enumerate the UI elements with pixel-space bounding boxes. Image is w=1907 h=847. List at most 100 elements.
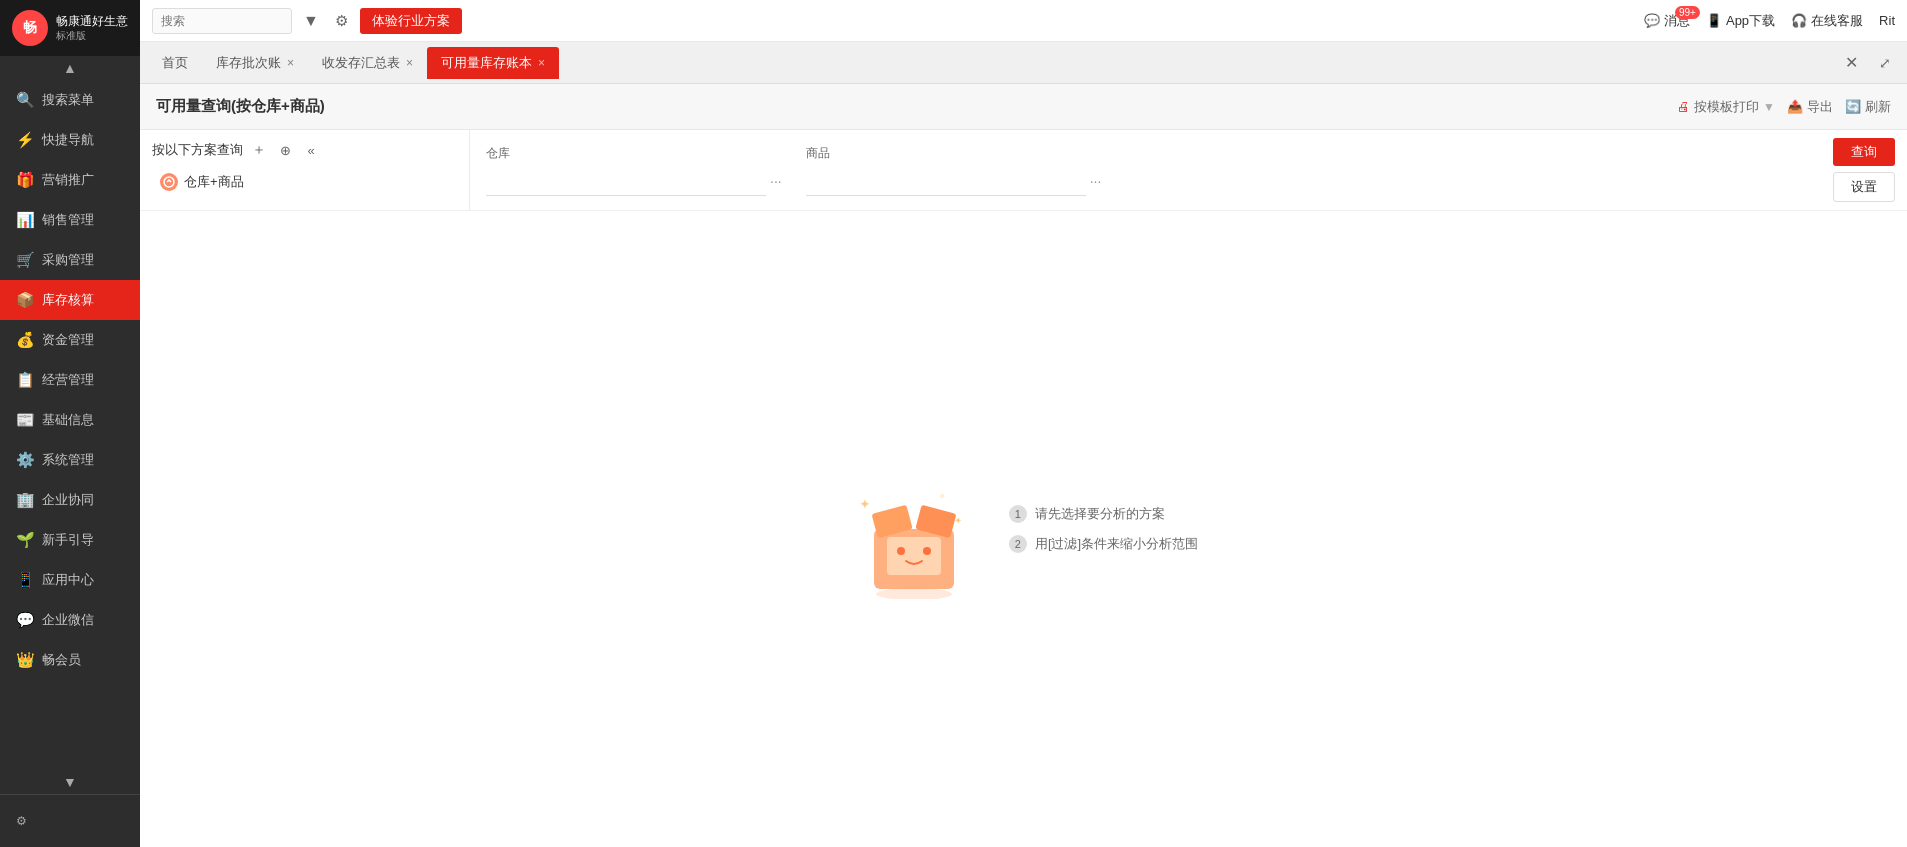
finance-icon: 💰	[16, 331, 34, 349]
hint-text-2: 用[过滤]条件来缩小分析范围	[1035, 535, 1198, 553]
hint-num-2: 2	[1009, 535, 1027, 553]
filter-scheme-panel: 按以下方案查询 ＋ ⊕ « 仓库+商品	[140, 130, 470, 210]
sidebar-item-label: 企业微信	[42, 611, 94, 629]
sidebar-item-label: 经营管理	[42, 371, 94, 389]
sidebar-item-marketing[interactable]: 🎁 营销推广	[0, 160, 140, 200]
sidebar-item-app-center[interactable]: 📱 应用中心	[0, 560, 140, 600]
tab-close-window-btn[interactable]: ✕	[1837, 49, 1865, 77]
svg-point-0	[164, 177, 174, 187]
sidebar-item-label: 企业协同	[42, 491, 94, 509]
add-scheme-btn[interactable]: ＋	[249, 140, 269, 160]
tab-receivable-summary[interactable]: 收发存汇总表 ×	[308, 47, 427, 79]
product-more-btn[interactable]: ···	[1090, 173, 1102, 189]
collapse-scheme-btn[interactable]: «	[301, 140, 321, 160]
sidebar-item-operations[interactable]: 📋 经营管理	[0, 360, 140, 400]
topbar-search-input[interactable]	[152, 8, 292, 34]
svg-text:✦: ✦	[954, 515, 962, 526]
refresh-label: 刷新	[1865, 98, 1891, 116]
warehouse-more-btn[interactable]: ···	[770, 173, 782, 189]
sidebar-item-search[interactable]: 🔍 搜索菜单	[0, 80, 140, 120]
sidebar-scroll-down[interactable]: ▼	[0, 770, 140, 794]
empty-state: ✦ ✦ ✧ 1 请先选择要分析的方案 2 用[过滤]条件来缩小分析范围	[140, 211, 1907, 847]
tab-available-ledger-close[interactable]: ×	[538, 56, 545, 70]
newbie-icon: 🌱	[16, 531, 34, 549]
tab-home-label: 首页	[162, 54, 188, 72]
user-label: Rit	[1879, 13, 1895, 28]
sidebar-item-member[interactable]: 👑 畅会员	[0, 640, 140, 680]
refresh-btn[interactable]: 🔄 刷新	[1845, 98, 1891, 116]
print-btn[interactable]: 🖨 按模板打印 ▼	[1677, 98, 1775, 116]
print-icon: 🖨	[1677, 99, 1690, 114]
empty-hint-2: 2 用[过滤]条件来缩小分析范围	[1009, 535, 1198, 553]
sidebar-item-sales[interactable]: 📊 销售管理	[0, 200, 140, 240]
message-icon: 💬	[1644, 13, 1660, 28]
sidebar-item-label: 营销推广	[42, 171, 94, 189]
marketing-icon: 🎁	[16, 171, 34, 189]
sidebar-item-label: 库存核算	[42, 291, 94, 309]
filter-actions: 查询 设置	[1821, 130, 1907, 210]
export-btn[interactable]: 📤 导出	[1787, 98, 1833, 116]
warehouse-input[interactable]	[486, 166, 766, 196]
topbar-gear-btn[interactable]: ⚙	[330, 10, 352, 32]
scheme-item-warehouse-product[interactable]: 仓库+商品	[152, 168, 457, 196]
empty-illustration: ✦ ✦ ✧	[849, 469, 969, 589]
member-icon: 👑	[16, 651, 34, 669]
topbar-message-btn[interactable]: 💬 消息 99+	[1644, 12, 1690, 30]
sidebar-item-enterprise[interactable]: 🏢 企业协同	[0, 480, 140, 520]
svg-text:✦: ✦	[859, 496, 871, 512]
trial-btn[interactable]: 体验行业方案	[360, 8, 462, 34]
sidebar-item-purchase[interactable]: 🛒 采购管理	[0, 240, 140, 280]
sidebar-item-enterprise-wechat[interactable]: 💬 企业微信	[0, 600, 140, 640]
print-dropdown-icon[interactable]: ▼	[1763, 100, 1775, 114]
sidebar-item-finance[interactable]: 💰 资金管理	[0, 320, 140, 360]
sidebar-item-label: 快捷导航	[42, 131, 94, 149]
tab-available-ledger-label: 可用量库存账本	[441, 54, 532, 72]
main-area: ▼ ⚙ 体验行业方案 💬 消息 99+ 📱 App下载 🎧 在线客服 Rit	[140, 0, 1907, 847]
sidebar-item-basic-info[interactable]: 📰 基础信息	[0, 400, 140, 440]
tab-batch-ledger-close[interactable]: ×	[287, 56, 294, 70]
enterprise-icon: 🏢	[16, 491, 34, 509]
tab-expand-btn[interactable]: ⤢	[1871, 49, 1899, 77]
basic-info-icon: 📰	[16, 411, 34, 429]
tab-available-ledger[interactable]: 可用量库存账本 ×	[427, 47, 559, 79]
topbar-service-btn[interactable]: 🎧 在线客服	[1791, 12, 1863, 30]
export-icon: 📤	[1787, 99, 1803, 114]
tab-home[interactable]: 首页	[148, 47, 202, 79]
service-icon: 🎧	[1791, 13, 1807, 28]
sidebar-footer: ⚙	[0, 794, 140, 847]
topbar-app-btn[interactable]: 📱 App下载	[1706, 12, 1775, 30]
sidebar-item-system[interactable]: ⚙️ 系统管理	[0, 440, 140, 480]
sidebar-footer-item[interactable]: ⚙	[0, 803, 140, 839]
hint-text-1: 请先选择要分析的方案	[1035, 505, 1165, 523]
product-label: 商品	[806, 145, 1102, 162]
sidebar-item-label: 应用中心	[42, 571, 94, 589]
filter-field-product: 商品 ···	[806, 145, 1102, 196]
page-title: 可用量查询(按仓库+商品)	[156, 97, 325, 116]
warehouse-label: 仓库	[486, 145, 782, 162]
sidebar-item-label: 基础信息	[42, 411, 94, 429]
sidebar-item-shortcut[interactable]: ⚡ 快捷导航	[0, 120, 140, 160]
page-header-actions: 🖨 按模板打印 ▼ 📤 导出 🔄 刷新	[1677, 98, 1891, 116]
purchase-icon: 🛒	[16, 251, 34, 269]
topbar: ▼ ⚙ 体验行业方案 💬 消息 99+ 📱 App下载 🎧 在线客服 Rit	[140, 0, 1907, 42]
topbar-dropdown-btn[interactable]: ▼	[300, 10, 322, 32]
sidebar-scroll-up[interactable]: ▲	[0, 56, 140, 80]
sidebar-item-inventory[interactable]: 📦 库存核算	[0, 280, 140, 320]
inventory-icon: 📦	[16, 291, 34, 309]
filter-scheme-label: 按以下方案查询	[152, 141, 243, 159]
empty-hints: 1 请先选择要分析的方案 2 用[过滤]条件来缩小分析范围	[1009, 505, 1198, 553]
product-input[interactable]	[806, 166, 1086, 196]
topbar-user-btn[interactable]: Rit	[1879, 13, 1895, 28]
scheme-item-label: 仓库+商品	[184, 173, 244, 191]
app-center-icon: 📱	[16, 571, 34, 589]
query-btn[interactable]: 查询	[1833, 138, 1895, 166]
tab-batch-ledger[interactable]: 库存批次账 ×	[202, 47, 308, 79]
tab-receivable-summary-close[interactable]: ×	[406, 56, 413, 70]
manage-scheme-btn[interactable]: ⊕	[275, 140, 295, 160]
sidebar-item-newbie[interactable]: 🌱 新手引导	[0, 520, 140, 560]
svg-point-5	[897, 547, 905, 555]
print-label: 按模板打印	[1694, 98, 1759, 116]
sidebar-item-label: 采购管理	[42, 251, 94, 269]
settings-btn[interactable]: 设置	[1833, 172, 1895, 202]
sidebar-title: 畅康通好生意	[56, 13, 128, 30]
